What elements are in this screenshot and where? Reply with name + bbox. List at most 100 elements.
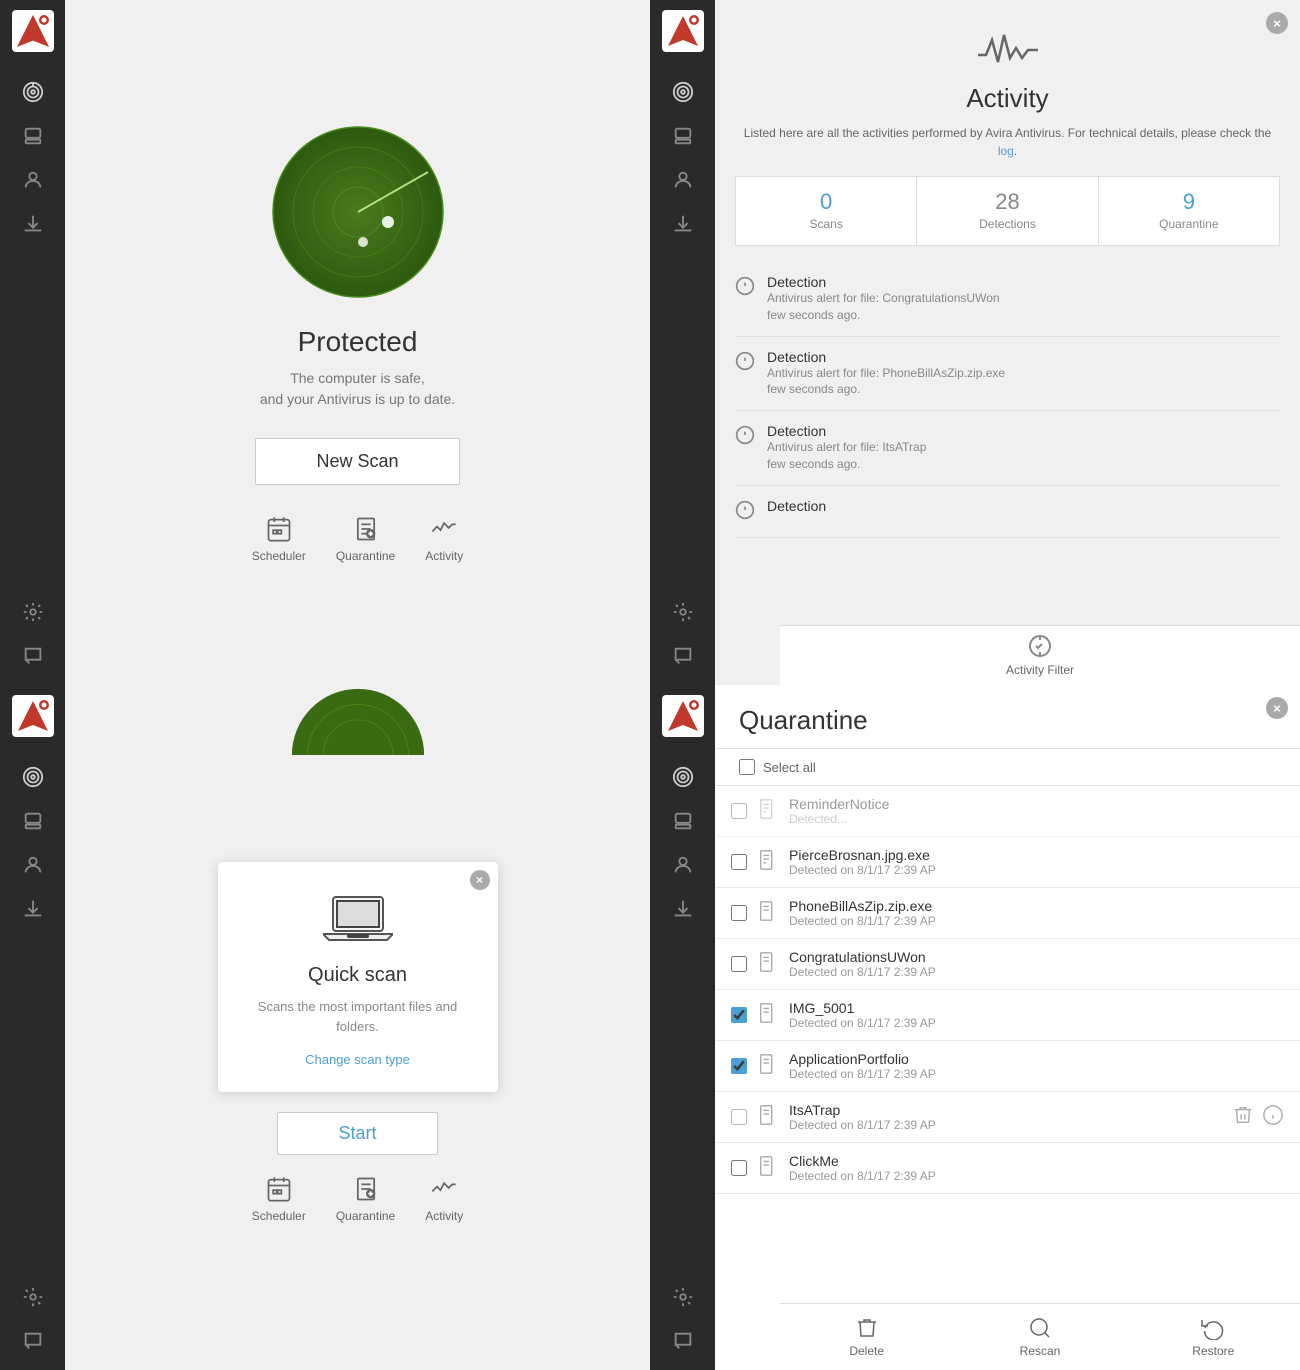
quarantine-stat[interactable]: 9 Quarantine (1099, 177, 1279, 245)
scheduler-nav-3[interactable]: Scheduler (252, 1175, 306, 1223)
quarantine-item-3: CongratulationsUWon Detected on 8/1/17 2… (715, 939, 1300, 990)
select-all-checkbox[interactable] (739, 759, 755, 775)
detection-icon-2 (735, 351, 755, 376)
restore-footer-action[interactable]: Restore (1127, 1304, 1300, 1370)
activity-label-3: Activity (425, 1209, 463, 1223)
activity-icon-3 (430, 1175, 458, 1203)
q-file-icon-4 (757, 1002, 779, 1029)
sidebar-settings-4[interactable] (664, 1278, 702, 1316)
sidebar-user-2[interactable] (664, 161, 702, 199)
activity-nav-3[interactable]: Activity (425, 1175, 463, 1223)
sidebar-scan-2[interactable] (664, 73, 702, 111)
activity-item-content-3: Detection Antivirus alert for file: ItsA… (767, 423, 926, 473)
quick-scan-title: Quick scan (308, 964, 407, 987)
quarantine-label: Quarantine (336, 549, 395, 563)
q-file-info-0: ReminderNotice Detected... (789, 796, 1284, 826)
quarantine-close-btn[interactable]: × (1266, 697, 1288, 719)
start-scan-button[interactable]: Start (277, 1112, 437, 1155)
q-file-icon-3 (757, 951, 779, 978)
sidebar-shield-3[interactable] (14, 802, 52, 840)
scans-count: 0 (748, 189, 904, 215)
q-checkbox-7[interactable] (731, 1160, 747, 1176)
q-file-icon-0 (757, 798, 779, 825)
detection-icon-4 (735, 500, 755, 525)
sidebar-download-3[interactable] (14, 890, 52, 928)
activity-close-btn[interactable]: × (1266, 12, 1288, 34)
q-item-actions-6 (1232, 1104, 1284, 1131)
sidebar-shield-icon[interactable] (14, 117, 52, 155)
q-file-info-7: ClickMe Detected on 8/1/17 2:39 AP (789, 1153, 1284, 1183)
scheduler-icon-3 (265, 1175, 293, 1203)
sidebar-shield-2[interactable] (664, 117, 702, 155)
sidebar-download-icon[interactable] (14, 205, 52, 243)
q-checkbox-3[interactable] (731, 956, 747, 972)
quarantine-nav-item[interactable]: Quarantine (336, 515, 395, 563)
partial-radar (283, 685, 433, 755)
delete-footer-action[interactable]: Delete (780, 1304, 953, 1370)
detection-icon-3 (735, 425, 755, 450)
q-checkbox-4[interactable] (731, 1007, 747, 1023)
scheduler-label: Scheduler (252, 549, 306, 563)
sidebar-download-2[interactable] (664, 205, 702, 243)
sidebar-user-3[interactable] (14, 846, 52, 884)
quarantine-item-4: IMG_5001 Detected on 8/1/17 2:39 AP (715, 990, 1300, 1041)
detections-stat[interactable]: 28 Detections (917, 177, 1098, 245)
restore-footer-label: Restore (1192, 1344, 1234, 1358)
activity-title: Activity (966, 83, 1048, 114)
radar-animation (268, 122, 448, 302)
delete-footer-icon (855, 1316, 879, 1340)
filter-icon (1028, 634, 1052, 663)
sidebar-scan-icon[interactable] (14, 73, 52, 111)
scheduler-nav-item[interactable]: Scheduler (252, 515, 306, 563)
laptop-icon (323, 892, 393, 952)
sidebar-settings-3[interactable] (14, 1278, 52, 1316)
sidebar-settings-2[interactable] (664, 593, 702, 631)
quarantine-item-0: ReminderNotice Detected... (715, 786, 1300, 837)
activity-description: Listed here are all the activities perfo… (735, 124, 1280, 160)
q-file-icon-5 (757, 1053, 779, 1080)
dialog-close-btn[interactable]: × (470, 870, 490, 890)
q-file-info-6: ItsATrap Detected on 8/1/17 2:39 AP (789, 1102, 1222, 1132)
avira-logo-3 (12, 695, 54, 742)
activity-item-1: Detection Antivirus alert for file: Cong… (735, 262, 1280, 337)
activity-filter-bar[interactable]: Activity Filter (780, 625, 1300, 685)
activity-nav-item[interactable]: Activity (425, 515, 463, 563)
sidebar-chat-2[interactable] (664, 637, 702, 675)
q-file-icon-2 (757, 900, 779, 927)
restore-footer-icon (1201, 1316, 1225, 1340)
new-scan-button[interactable]: New Scan (255, 438, 459, 485)
sidebar-user-icon[interactable] (14, 161, 52, 199)
protected-subtitle: The computer is safe, and your Antivirus… (260, 368, 455, 410)
q-file-icon-1 (757, 849, 779, 876)
rescan-footer-action[interactable]: Rescan (953, 1304, 1126, 1370)
activity-label: Activity (425, 549, 463, 563)
q-checkbox-6[interactable] (731, 1109, 747, 1125)
quarantine-nav-3[interactable]: Quarantine (336, 1175, 395, 1223)
sidebar-scan-4[interactable] (664, 758, 702, 796)
sidebar-user-4[interactable] (664, 846, 702, 884)
quarantine-item-7: ClickMe Detected on 8/1/17 2:39 AP (715, 1143, 1300, 1194)
sidebar-scan-3[interactable] (14, 758, 52, 796)
sidebar-chat-4[interactable] (664, 1322, 702, 1360)
quarantine-header: Quarantine (715, 685, 1300, 749)
sidebar-chat-icon[interactable] (14, 637, 52, 675)
q-checkbox-2[interactable] (731, 905, 747, 921)
quarantine-count: 9 (1111, 189, 1267, 215)
sidebar-settings-icon[interactable] (14, 593, 52, 631)
avira-logo-4 (662, 695, 704, 742)
sidebar-download-4[interactable] (664, 890, 702, 928)
change-scan-type-link[interactable]: Change scan type (305, 1052, 410, 1067)
q-delete-item-6[interactable] (1232, 1104, 1254, 1131)
q-checkbox-5[interactable] (731, 1058, 747, 1074)
sidebar-chat-3[interactable] (14, 1322, 52, 1360)
q-file-info-4: IMG_5001 Detected on 8/1/17 2:39 AP (789, 1000, 1284, 1030)
q-file-icon-7 (757, 1155, 779, 1182)
q-checkbox-1[interactable] (731, 854, 747, 870)
q-file-info-3: CongratulationsUWon Detected on 8/1/17 2… (789, 949, 1284, 979)
activity-log-link[interactable]: log (998, 144, 1014, 158)
sidebar-shield-4[interactable] (664, 802, 702, 840)
protected-main: Protected The computer is safe, and your… (65, 0, 650, 685)
q-checkbox-0[interactable] (731, 803, 747, 819)
q-info-item-6[interactable] (1262, 1104, 1284, 1131)
scans-stat[interactable]: 0 Scans (736, 177, 917, 245)
